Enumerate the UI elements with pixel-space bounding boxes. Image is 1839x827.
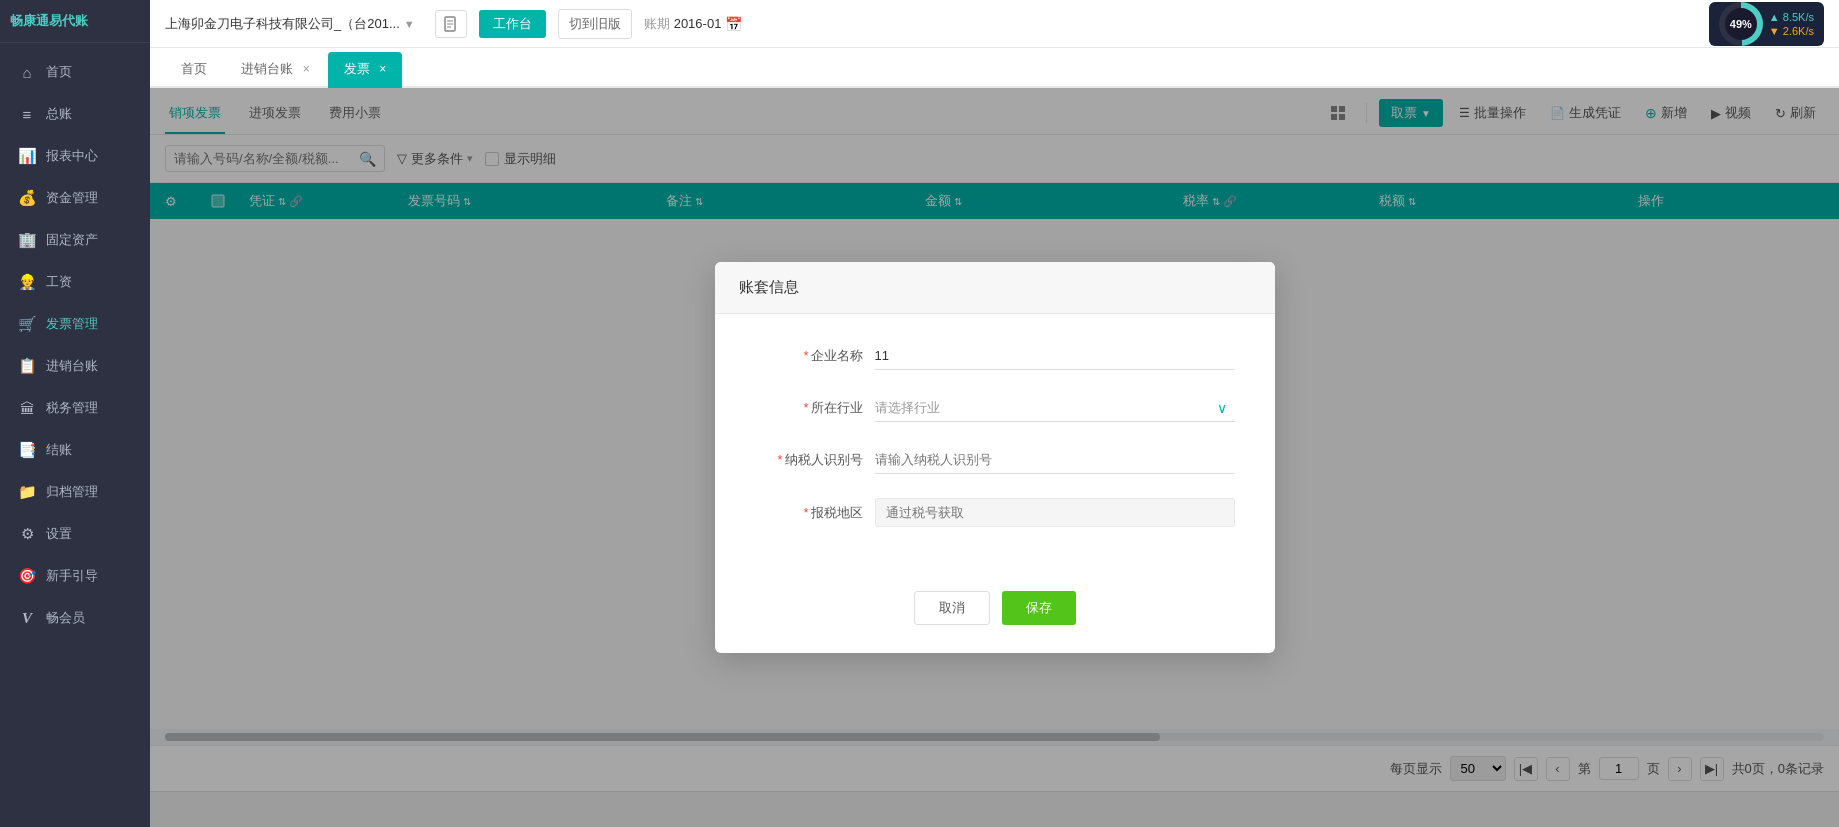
invoice-icon: 🛒 — [18, 315, 36, 333]
main-area: 上海卯金刀电子科技有限公司_（台201... ▼ 工作台 切到旧版 账期 201… — [150, 0, 1839, 827]
sidebar-item-label: 总账 — [46, 105, 72, 123]
tabbar: 首页 进销台账 × 发票 × — [150, 48, 1839, 88]
sidebar-item-label: 新手引导 — [46, 567, 98, 585]
sidebar-nav: ⌂ 首页 ≡ 总账 📊 报表中心 💰 资金管理 🏢 固定资产 👷 工资 — [0, 43, 150, 827]
sidebar-item-label: 发票管理 — [46, 315, 98, 333]
sidebar-item-invoice[interactable]: 🛒 发票管理 — [0, 303, 150, 345]
period-display: 账期 2016-01 📅 — [644, 15, 743, 33]
sidebar-item-funds[interactable]: 💰 资金管理 — [0, 177, 150, 219]
sidebar-item-label: 畅会员 — [46, 609, 85, 627]
industry-select[interactable]: 请选择行业 — [875, 394, 1235, 421]
salary-icon: 👷 — [18, 273, 36, 291]
company-name-input[interactable] — [875, 342, 1235, 370]
content-area: 销项发票 进项发票 费用小票 取票 ▼ ☰ 批量操作 — [150, 88, 1839, 827]
percent-circle: 49% — [1719, 2, 1763, 46]
sidebar-item-home[interactable]: ⌂ 首页 — [0, 51, 150, 93]
dialog-title: 账套信息 — [739, 278, 799, 295]
sidebar-item-tax[interactable]: 🏛 税务管理 — [0, 387, 150, 429]
funds-icon: 💰 — [18, 189, 36, 207]
dialog-header: 账套信息 — [715, 262, 1275, 314]
company-name: 上海卯金刀电子科技有限公司_（台201... — [165, 15, 400, 33]
topbar-right: 49% ▲ 8.5K/s ▼ 2.6K/s — [1709, 2, 1824, 46]
archive-icon: 📁 — [18, 483, 36, 501]
modal-overlay[interactable]: 账套信息 *企业名称 *所在行业 — [150, 88, 1839, 827]
checkout-icon: 📑 — [18, 441, 36, 459]
sidebar-item-purchase-sales[interactable]: 📋 进销台账 — [0, 345, 150, 387]
sidebar-item-label: 归档管理 — [46, 483, 98, 501]
tab-close-invoice[interactable]: × — [379, 62, 386, 76]
taxregion-label: *报税地区 — [755, 504, 875, 522]
save-button[interactable]: 保存 — [1002, 591, 1076, 625]
tab-home[interactable]: 首页 — [165, 52, 223, 88]
sidebar-item-salary[interactable]: 👷 工资 — [0, 261, 150, 303]
old-version-button[interactable]: 切到旧版 — [558, 9, 632, 39]
speed-texts: ▲ 8.5K/s ▼ 2.6K/s — [1769, 11, 1814, 37]
purchase-sales-icon: 📋 — [18, 357, 36, 375]
member-icon: V — [18, 610, 36, 627]
sidebar: 畅康通易代账 ⌂ 首页 ≡ 总账 📊 报表中心 💰 资金管理 🏢 固定资产 — [0, 0, 150, 827]
taxregion-input — [875, 498, 1235, 527]
form-row-industry: *所在行业 请选择行业 ∨ — [755, 394, 1235, 422]
period-label: 账期 — [644, 15, 670, 33]
settings-icon: ⚙ — [18, 525, 36, 543]
sidebar-item-label: 工资 — [46, 273, 72, 291]
form-row-company: *企业名称 — [755, 342, 1235, 370]
sidebar-item-label: 进销台账 — [46, 357, 98, 375]
document-icon[interactable] — [435, 10, 467, 38]
account-info-dialog: 账套信息 *企业名称 *所在行业 — [715, 262, 1275, 653]
tab-close-purchase-sales[interactable]: × — [303, 62, 310, 76]
company-selector[interactable]: 上海卯金刀电子科技有限公司_（台201... ▼ — [165, 15, 415, 33]
cancel-button[interactable]: 取消 — [914, 591, 990, 625]
sidebar-item-label: 资金管理 — [46, 189, 98, 207]
tab-invoice[interactable]: 发票 × — [328, 52, 403, 88]
workbench-button[interactable]: 工作台 — [479, 10, 546, 38]
sidebar-item-archive[interactable]: 📁 归档管理 — [0, 471, 150, 513]
company-dropdown-icon: ▼ — [404, 18, 415, 30]
speed-indicator: 49% ▲ 8.5K/s ▼ 2.6K/s — [1709, 2, 1824, 46]
sidebar-item-checkout[interactable]: 📑 结账 — [0, 429, 150, 471]
industry-label: *所在行业 — [755, 399, 875, 417]
app-logo: 畅康通易代账 — [10, 12, 88, 30]
tax-icon: 🏛 — [18, 400, 36, 417]
dialog-footer: 取消 保存 — [715, 579, 1275, 653]
sidebar-item-label: 固定资产 — [46, 231, 98, 249]
percent-value: 49% — [1725, 8, 1757, 40]
sidebar-item-label: 结账 — [46, 441, 72, 459]
tab-purchase-sales[interactable]: 进销台账 × — [225, 52, 326, 88]
sidebar-header: 畅康通易代账 — [0, 0, 150, 43]
sidebar-item-label: 报表中心 — [46, 147, 98, 165]
ledger-icon: ≡ — [18, 106, 36, 123]
speed-down: ▼ 2.6K/s — [1769, 25, 1814, 37]
sidebar-item-label: 税务管理 — [46, 399, 98, 417]
speed-up: ▲ 8.5K/s — [1769, 11, 1814, 23]
taxid-label: *纳税人识别号 — [755, 451, 875, 469]
home-icon: ⌂ — [18, 64, 36, 81]
taxid-input[interactable] — [875, 446, 1235, 474]
form-row-taxid: *纳税人识别号 — [755, 446, 1235, 474]
sidebar-item-member[interactable]: V 畅会员 — [0, 597, 150, 639]
sidebar-item-assets[interactable]: 🏢 固定资产 — [0, 219, 150, 261]
sidebar-item-settings[interactable]: ⚙ 设置 — [0, 513, 150, 555]
sidebar-item-ledger[interactable]: ≡ 总账 — [0, 93, 150, 135]
industry-select-wrap: 请选择行业 ∨ — [875, 394, 1235, 422]
form-row-taxregion: *报税地区 — [755, 498, 1235, 527]
period-value: 2016-01 — [674, 16, 722, 31]
guide-icon: 🎯 — [18, 567, 36, 585]
sidebar-item-label: 设置 — [46, 525, 72, 543]
sidebar-item-label: 首页 — [46, 63, 72, 81]
calendar-icon[interactable]: 📅 — [725, 16, 742, 32]
reports-icon: 📊 — [18, 147, 36, 165]
company-name-label: *企业名称 — [755, 347, 875, 365]
sidebar-item-guide[interactable]: 🎯 新手引导 — [0, 555, 150, 597]
assets-icon: 🏢 — [18, 231, 36, 249]
topbar: 上海卯金刀电子科技有限公司_（台201... ▼ 工作台 切到旧版 账期 201… — [150, 0, 1839, 48]
dialog-body: *企业名称 *所在行业 请选择行业 — [715, 314, 1275, 579]
sidebar-item-reports[interactable]: 📊 报表中心 — [0, 135, 150, 177]
